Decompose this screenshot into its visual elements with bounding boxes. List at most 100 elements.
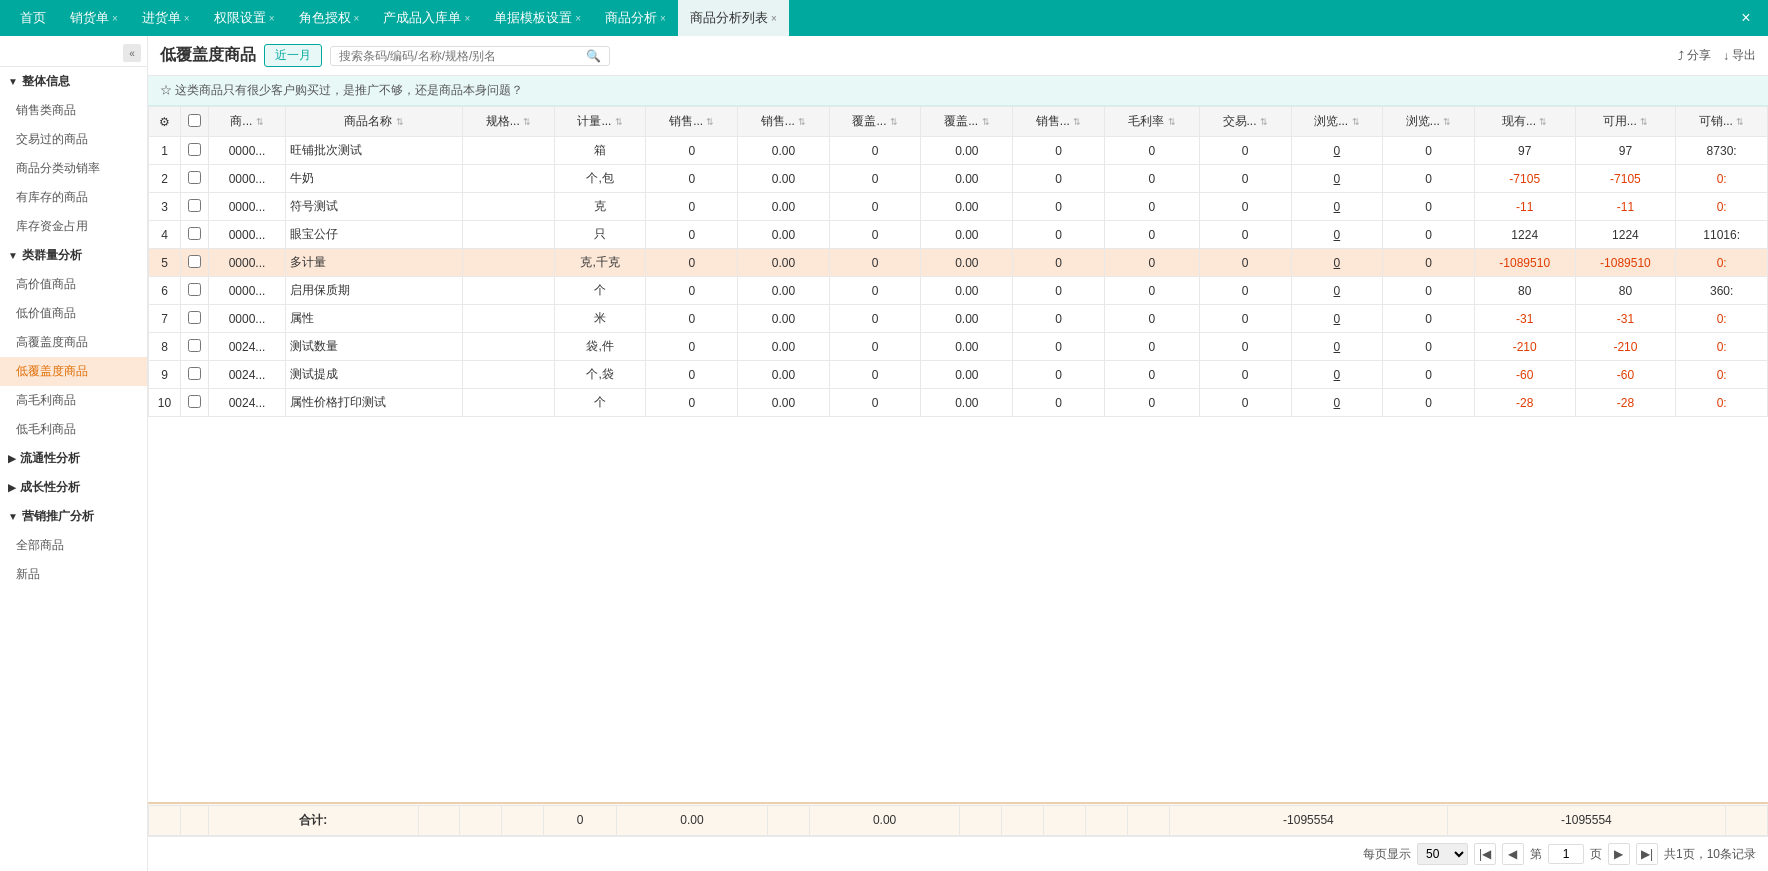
row-checkbox[interactable] (181, 249, 209, 277)
row-browse1[interactable]: 0 (1291, 137, 1383, 165)
nav-purchase-close[interactable]: × (184, 13, 190, 24)
sidebar-group-overall[interactable]: ▼ 整体信息 (0, 67, 147, 96)
row-select-checkbox[interactable] (188, 283, 201, 296)
sidebar-item-traded-goods[interactable]: 交易过的商品 (0, 125, 147, 154)
sort-icon-sales-qty[interactable]: ⇅ (706, 117, 714, 127)
sort-icon-sales-amount[interactable]: ⇅ (798, 117, 806, 127)
row-browse1[interactable]: 0 (1291, 277, 1383, 305)
sidebar-group-cluster[interactable]: ▼ 类群量分析 (0, 241, 147, 270)
row-browse1[interactable]: 0 (1291, 361, 1383, 389)
row-cover1: 0 (829, 333, 921, 361)
export-button[interactable]: ↓ 导出 (1723, 47, 1756, 64)
col-settings[interactable]: ⚙ (149, 107, 181, 137)
sidebar-group-liquidity[interactable]: ▶ 流通性分析 (0, 444, 147, 473)
sort-icon-name[interactable]: ⇅ (396, 117, 404, 127)
sort-icon-browse1[interactable]: ⇅ (1352, 117, 1360, 127)
sort-icon-sales3[interactable]: ⇅ (1073, 117, 1081, 127)
next-page-button[interactable]: ▶ (1608, 843, 1630, 865)
nav-global-close-button[interactable]: × (1732, 4, 1760, 32)
nav-item-role[interactable]: 角色授权 × (287, 0, 372, 36)
nav-item-analysis-list[interactable]: 商品分析列表 × (678, 0, 789, 36)
sort-icon-spec[interactable]: ⇅ (523, 117, 531, 127)
current-page-input[interactable] (1548, 844, 1584, 864)
row-browse1[interactable]: 0 (1291, 333, 1383, 361)
row-checkbox[interactable] (181, 137, 209, 165)
select-all-checkbox[interactable] (188, 114, 201, 127)
row-select-checkbox[interactable] (188, 143, 201, 156)
time-filter-button[interactable]: 近一月 (264, 44, 322, 67)
row-checkbox[interactable] (181, 305, 209, 333)
sidebar-group-growth[interactable]: ▶ 成长性分析 (0, 473, 147, 502)
nav-sales-close[interactable]: × (112, 13, 118, 24)
row-browse1[interactable]: 0 (1291, 249, 1383, 277)
nav-item-sales[interactable]: 销货单 × (58, 0, 130, 36)
sort-icon-gross-margin[interactable]: ⇅ (1168, 117, 1176, 127)
share-button[interactable]: ⤴ 分享 (1678, 47, 1711, 64)
row-select-checkbox[interactable] (188, 171, 201, 184)
row-browse1[interactable]: 0 (1291, 221, 1383, 249)
row-select-checkbox[interactable] (188, 339, 201, 352)
row-browse1[interactable]: 0 (1291, 389, 1383, 417)
row-checkbox[interactable] (181, 193, 209, 221)
sidebar-item-sales-goods[interactable]: 销售类商品 (0, 96, 147, 125)
sidebar-item-low-margin[interactable]: 低毛利商品 (0, 415, 147, 444)
row-select-checkbox[interactable] (188, 255, 201, 268)
sort-icon-browse2[interactable]: ⇅ (1443, 117, 1451, 127)
sort-icon-available-stock[interactable]: ⇅ (1640, 117, 1648, 127)
nav-item-home[interactable]: 首页 (8, 0, 58, 36)
nav-item-purchase[interactable]: 进货单 × (130, 0, 202, 36)
sort-icon-sellable[interactable]: ⇅ (1736, 117, 1744, 127)
info-banner-text: ☆ 这类商品只有很少客户购买过，是推广不够，还是商品本身问题？ (160, 83, 523, 97)
nav-role-close[interactable]: × (354, 13, 360, 24)
sidebar-item-stocked-goods[interactable]: 有库存的商品 (0, 183, 147, 212)
row-checkbox[interactable] (181, 361, 209, 389)
sidebar-item-new-goods[interactable]: 新品 (0, 560, 147, 589)
row-select-checkbox[interactable] (188, 199, 201, 212)
row-sales3: 0 (1013, 137, 1105, 165)
sidebar-item-stock-capital[interactable]: 库存资金占用 (0, 212, 147, 241)
last-page-button[interactable]: ▶| (1636, 843, 1658, 865)
nav-item-permission[interactable]: 权限设置 × (202, 0, 287, 36)
sidebar-item-category-rate[interactable]: 商品分类动销率 (0, 154, 147, 183)
nav-template-close[interactable]: × (575, 13, 581, 24)
sort-icon-trade[interactable]: ⇅ (1260, 117, 1268, 127)
row-checkbox[interactable] (181, 333, 209, 361)
nav-analysis-close[interactable]: × (660, 13, 666, 24)
nav-item-template[interactable]: 单据模板设置 × (482, 0, 593, 36)
nav-item-production[interactable]: 产成品入库单 × (371, 0, 482, 36)
prev-page-button[interactable]: ◀ (1502, 843, 1524, 865)
sidebar-item-low-value[interactable]: 低价值商品 (0, 299, 147, 328)
nav-analysis-list-close[interactable]: × (771, 13, 777, 24)
nav-production-close[interactable]: × (464, 13, 470, 24)
search-input[interactable] (339, 49, 586, 63)
sort-icon-cover1[interactable]: ⇅ (890, 117, 898, 127)
col-checkbox[interactable] (181, 107, 209, 137)
row-select-checkbox[interactable] (188, 311, 201, 324)
row-browse1[interactable]: 0 (1291, 165, 1383, 193)
sidebar-item-high-coverage[interactable]: 高覆盖度商品 (0, 328, 147, 357)
row-checkbox[interactable] (181, 389, 209, 417)
row-checkbox[interactable] (181, 165, 209, 193)
row-checkbox[interactable] (181, 221, 209, 249)
row-browse1[interactable]: 0 (1291, 193, 1383, 221)
sidebar-item-high-value[interactable]: 高价值商品 (0, 270, 147, 299)
row-select-checkbox[interactable] (188, 367, 201, 380)
nav-item-analysis[interactable]: 商品分析 × (593, 0, 678, 36)
first-page-button[interactable]: |◀ (1474, 843, 1496, 865)
row-checkbox[interactable] (181, 277, 209, 305)
sort-icon-cover2[interactable]: ⇅ (982, 117, 990, 127)
sidebar-item-high-margin[interactable]: 高毛利商品 (0, 386, 147, 415)
page-size-select[interactable]: 50 20 100 200 (1417, 843, 1468, 865)
sort-icon-current-stock[interactable]: ⇅ (1539, 117, 1547, 127)
sort-icon-unit[interactable]: ⇅ (615, 117, 623, 127)
sidebar-collapse-button[interactable]: « (123, 44, 141, 62)
sidebar-item-all-goods[interactable]: 全部商品 (0, 531, 147, 560)
row-browse1[interactable]: 0 (1291, 305, 1383, 333)
row-select-checkbox[interactable] (188, 395, 201, 408)
sidebar-item-low-coverage[interactable]: 低覆盖度商品 (0, 357, 147, 386)
row-select-checkbox[interactable] (188, 227, 201, 240)
search-icon[interactable]: 🔍 (586, 49, 601, 63)
nav-permission-close[interactable]: × (269, 13, 275, 24)
sort-icon-code[interactable]: ⇅ (256, 117, 264, 127)
sidebar-group-marketing[interactable]: ▼ 营销推广分析 (0, 502, 147, 531)
